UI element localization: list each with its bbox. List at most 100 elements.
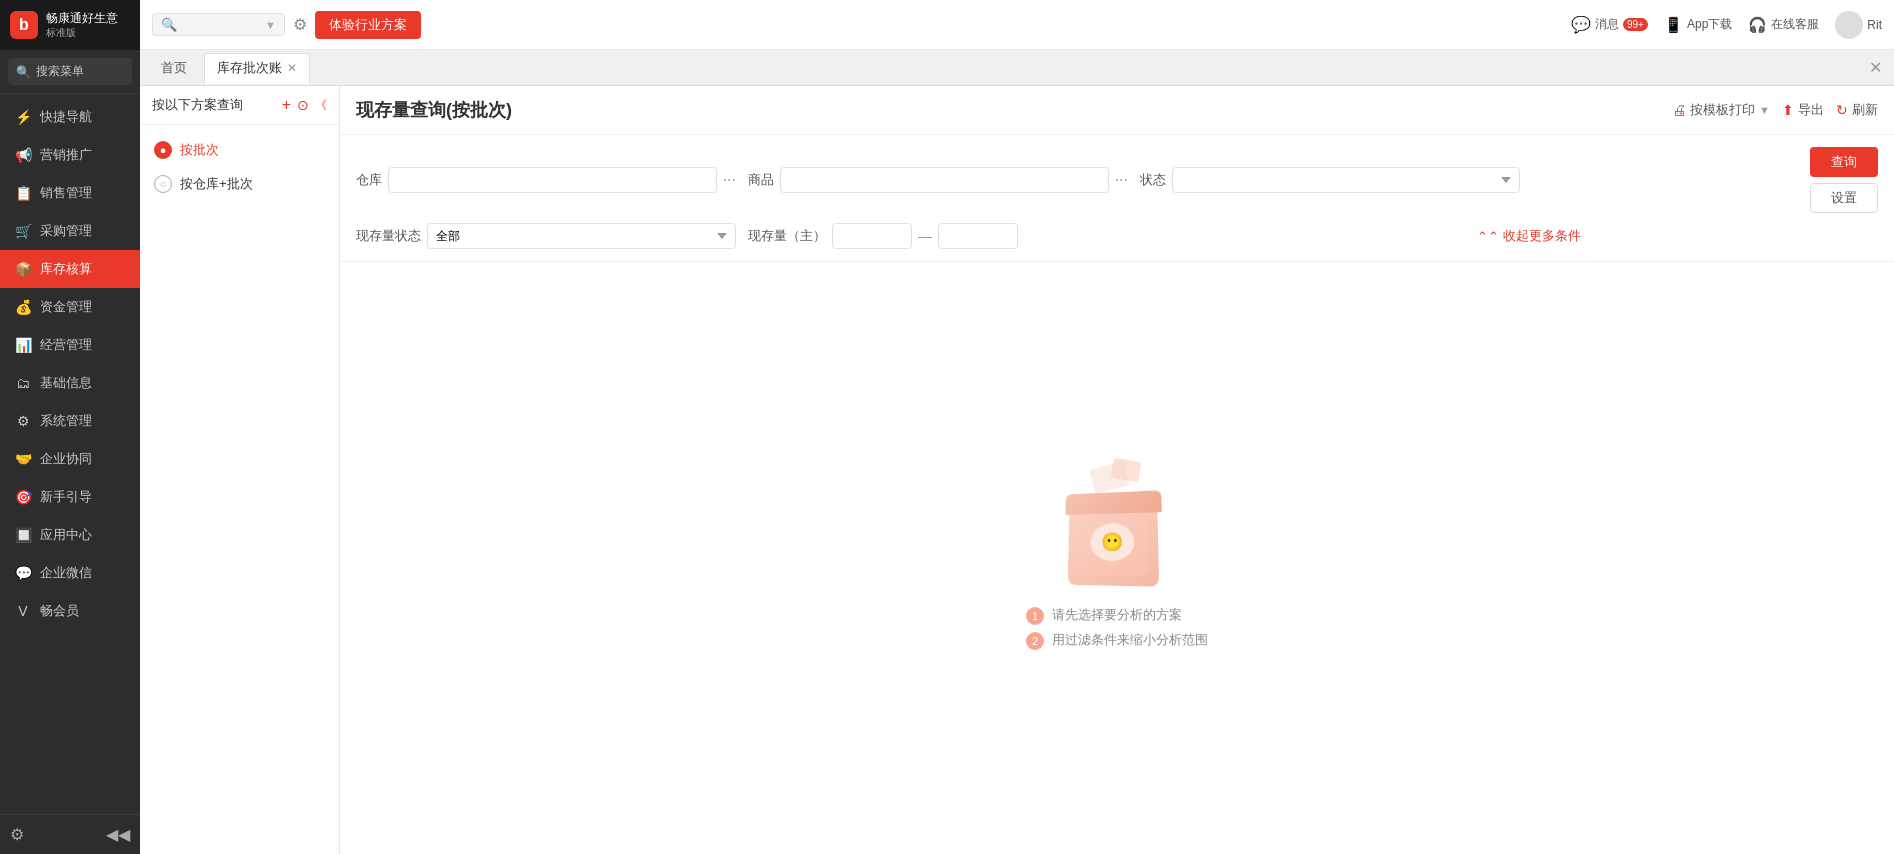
scheme-item-batch[interactable]: ● 按批次: [140, 133, 339, 167]
empty-box-inner: 😶: [1078, 515, 1149, 576]
headset-icon: 🎧: [1748, 16, 1767, 34]
hint-num-2: 2: [1026, 632, 1044, 650]
sales-icon: 📋: [14, 184, 32, 202]
print-dropdown-icon[interactable]: ▼: [1759, 104, 1770, 116]
topbar-settings-icon[interactable]: ⚙: [293, 15, 307, 34]
status-dropdown[interactable]: 全部: [1172, 167, 1520, 193]
content-area: 按以下方案查询 + ⊙ 《 ● 按批次 ○ 按仓库+批次: [140, 86, 1894, 854]
refresh-btn[interactable]: ↻ 刷新: [1836, 101, 1878, 119]
qty-separator: —: [918, 228, 932, 244]
sidebar-item-marketing[interactable]: 📢 营销推广: [0, 136, 140, 174]
sidebar-item-sales[interactable]: 📋 销售管理: [0, 174, 140, 212]
collapse-sidebar-icon[interactable]: ◀◀: [106, 825, 130, 844]
collapse-more-btn[interactable]: ⌃⌃ 收起更多条件: [1469, 223, 1589, 249]
close-batch-tab[interactable]: ✕: [287, 62, 297, 74]
tab-home[interactable]: 首页: [148, 53, 200, 82]
left-panel-header: 按以下方案查询 + ⊙ 《: [140, 86, 339, 125]
sidebar-footer: ⚙ ◀◀: [0, 814, 140, 854]
stock-status-dropdown[interactable]: 全部 有库存 无库存: [427, 223, 736, 249]
topbar: 🔍 ▼ ⚙ 体验行业方案 💬 消息 99+ 📱 App下载 🎧 在线客服: [140, 0, 1894, 50]
finance-icon: 💰: [14, 298, 32, 316]
query-button[interactable]: 查询: [1810, 147, 1878, 177]
search-menu-button[interactable]: 🔍 搜索菜单: [8, 58, 132, 85]
page-header: 现存量查询(按批次) 🖨 按模板打印 ▼ ⬆ 导出 ↻ 刷新: [340, 86, 1894, 135]
system-icon: ⚙: [14, 412, 32, 430]
message-icon: 💬: [1571, 15, 1591, 34]
brand-text: 畅康通好生意 标准版: [46, 10, 118, 41]
collapse-panel-icon[interactable]: 《: [315, 99, 327, 111]
empty-hints: 1 请先选择要分析的方案 2 用过滤条件来缩小分析范围: [1026, 606, 1208, 656]
sidebar-item-wechat[interactable]: 💬 企业微信: [0, 554, 140, 592]
print-btn[interactable]: 🖨 按模板打印 ▼: [1672, 101, 1770, 119]
product-more-btn[interactable]: ···: [1115, 171, 1128, 189]
collapse-btn-container: ⌃⌃ 收起更多条件: [1180, 223, 1878, 249]
sidebar-item-finance[interactable]: 💰 资金管理: [0, 288, 140, 326]
settings-button[interactable]: 设置: [1810, 183, 1878, 213]
ops-icon: 📊: [14, 336, 32, 354]
filter-stock-status: 现存量状态 全部 有库存 无库存: [356, 223, 736, 249]
newbie-icon: 🎯: [14, 488, 32, 506]
sidebar-item-basics[interactable]: 🗂 基础信息: [0, 364, 140, 402]
sidebar-item-member[interactable]: V 畅会员: [0, 592, 140, 630]
close-main-btn[interactable]: ✕: [1865, 54, 1886, 81]
stock-qty-max-input[interactable]: [938, 223, 1018, 249]
settings-footer-icon[interactable]: ⚙: [10, 825, 24, 844]
export-btn[interactable]: ⬆ 导出: [1782, 101, 1824, 119]
empty-hint-1: 1 请先选择要分析的方案: [1026, 606, 1208, 625]
topbar-search-area[interactable]: 🔍 ▼: [152, 13, 285, 36]
tab-batch[interactable]: 库存批次账 ✕: [204, 53, 310, 84]
left-panel: 按以下方案查询 + ⊙ 《 ● 按批次 ○ 按仓库+批次: [140, 86, 340, 854]
topbar-left: 🔍 ▼ ⚙ 体验行业方案: [152, 11, 1563, 39]
filter-actions: 查询 设置: [1810, 147, 1878, 213]
warehouse-more-btn[interactable]: ···: [723, 171, 736, 189]
hint-num-1: 1: [1026, 607, 1044, 625]
filter-stock-qty: 现存量（主） —: [748, 223, 1168, 249]
online-service-btn[interactable]: 🎧 在线客服: [1748, 16, 1819, 34]
empty-illustration: 😶: [1052, 460, 1182, 590]
page-title: 现存量查询(按批次): [356, 98, 512, 122]
empty-box-lid: [1066, 490, 1162, 515]
filter-product: 商品 ···: [748, 167, 1128, 193]
stock-status-label: 现存量状态: [356, 227, 421, 245]
sidebar-header: b 畅康通好生意 标准版: [0, 0, 140, 50]
batch-scheme-icon: ●: [154, 141, 172, 159]
stock-qty-min-input[interactable]: [832, 223, 912, 249]
warehouse-input[interactable]: [388, 167, 717, 193]
empty-state: 😶 1 请先选择要分析的方案 2 用过滤条件来缩小分析范: [340, 262, 1894, 854]
sidebar-item-purchase[interactable]: 🛒 采购管理: [0, 212, 140, 250]
member-icon: V: [14, 602, 32, 620]
sidebar-item-newbie[interactable]: 🎯 新手引导: [0, 478, 140, 516]
stock-status-select[interactable]: 全部 有库存 无库存: [427, 223, 736, 249]
scheme-settings-icon[interactable]: ⊙: [297, 98, 309, 112]
sidebar-item-collab[interactable]: 🤝 企业协同: [0, 440, 140, 478]
warehouse-label: 仓库: [356, 171, 382, 189]
sidebar-item-apps[interactable]: 🔲 应用中心: [0, 516, 140, 554]
wechat-icon: 💬: [14, 564, 32, 582]
product-input[interactable]: [780, 167, 1109, 193]
apps-icon: 🔲: [14, 526, 32, 544]
tab-close-area: ✕: [1865, 54, 1886, 81]
message-badge: 99+: [1623, 18, 1648, 31]
sidebar: b 畅康通好生意 标准版 🔍 搜索菜单 ⚡ 快捷导航 📢 营销推广 📋 销售管理…: [0, 0, 140, 854]
filter-row-2: 现存量状态 全部 有库存 无库存 现存量（主） —: [356, 223, 1878, 249]
collapse-icon: ⌃⌃: [1477, 229, 1499, 244]
sidebar-item-ops[interactable]: 📊 经营管理: [0, 326, 140, 364]
status-select[interactable]: 全部: [1172, 167, 1520, 193]
topbar-search-dropdown-icon[interactable]: ▼: [265, 19, 276, 31]
sidebar-item-system[interactable]: ⚙ 系统管理: [0, 402, 140, 440]
add-scheme-btn[interactable]: +: [282, 97, 291, 113]
sidebar-nav: ⚡ 快捷导航 📢 营销推广 📋 销售管理 🛒 采购管理 📦 库存核算 💰 资金管…: [0, 94, 140, 814]
app-download-btn[interactable]: 📱 App下载: [1664, 16, 1732, 34]
sidebar-item-inventory[interactable]: 📦 库存核算: [0, 250, 140, 288]
filter-row-1: 仓库 ··· 商品 ··· 状态 全部: [356, 147, 1878, 213]
messages-btn[interactable]: 💬 消息 99+: [1571, 15, 1648, 34]
inventory-icon: 📦: [14, 260, 32, 278]
scheme-item-warehouse-batch[interactable]: ○ 按仓库+批次: [140, 167, 339, 201]
topbar-search-input[interactable]: [181, 18, 261, 32]
experience-btn[interactable]: 体验行业方案: [315, 11, 421, 39]
warehouse-batch-scheme-icon: ○: [154, 175, 172, 193]
search-icon: 🔍: [16, 65, 31, 79]
sidebar-item-shortcut[interactable]: ⚡ 快捷导航: [0, 98, 140, 136]
user-info[interactable]: Rit: [1835, 11, 1882, 39]
main-area: 🔍 ▼ ⚙ 体验行业方案 💬 消息 99+ 📱 App下载 🎧 在线客服: [140, 0, 1894, 854]
